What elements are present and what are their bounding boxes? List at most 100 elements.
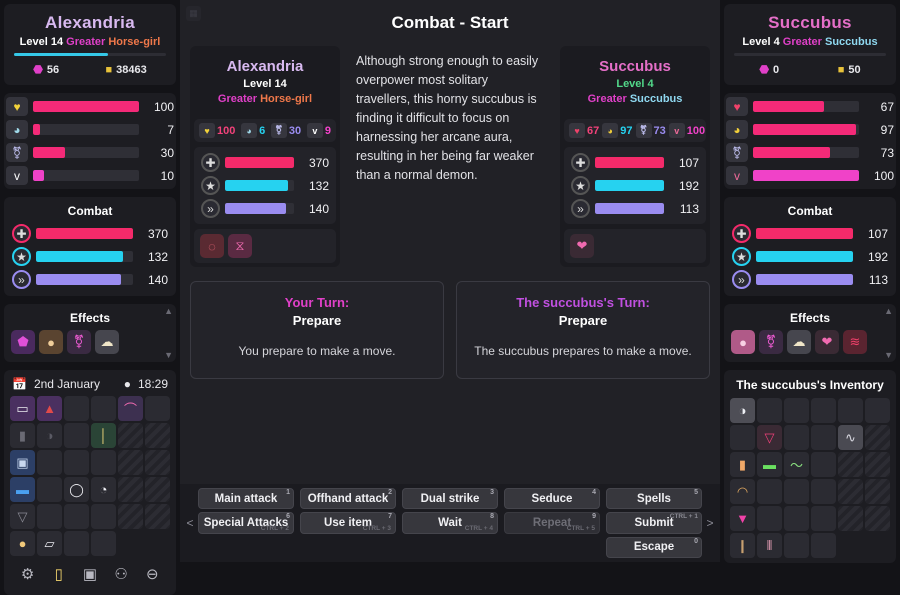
inventory-slot[interactable]: ▽ — [757, 425, 782, 450]
inventory-slot[interactable] — [811, 533, 836, 558]
inventory-slot[interactable] — [784, 398, 809, 423]
inventory-slot-locked[interactable] — [145, 423, 170, 448]
inventory-slot[interactable] — [838, 398, 863, 423]
inventory-slot[interactable]: │ — [91, 423, 116, 448]
inventory-slot[interactable]: ◠ — [730, 479, 755, 504]
hearts-effect-icon[interactable]: ❤ — [570, 234, 594, 258]
inventory-slot[interactable] — [64, 423, 89, 448]
chevron-up-icon[interactable]: ▲ — [164, 306, 173, 316]
weather-effect-icon[interactable]: ☁ — [95, 330, 119, 354]
inventory-slot-locked[interactable] — [838, 506, 863, 531]
inventory-slot[interactable]: ⫴ — [757, 533, 782, 558]
gender-effect-icon[interactable]: ⚧ — [759, 330, 783, 354]
inventory-slot[interactable]: ▲ — [37, 396, 62, 421]
inventory-slot[interactable] — [91, 504, 116, 529]
inventory-slot-locked[interactable] — [118, 423, 143, 448]
inventory-slot[interactable] — [811, 452, 836, 477]
backpack-icon[interactable]: ▣ — [78, 562, 102, 586]
weather-effect-icon[interactable]: ☁ — [787, 330, 811, 354]
inventory-slot[interactable] — [145, 396, 170, 421]
inventory-slot[interactable] — [91, 531, 116, 556]
inventory-slot[interactable] — [811, 425, 836, 450]
book-icon[interactable]: ▯ — [47, 562, 71, 586]
inventory-slot[interactable]: ◑ — [730, 398, 755, 423]
action-button-seduce[interactable]: Seduce 4 — [504, 488, 600, 510]
action-button-wait[interactable]: Wait 8 CTRL + 4 — [402, 512, 498, 534]
inventory-slot[interactable] — [784, 506, 809, 531]
chevron-up-icon[interactable]: ▲ — [884, 306, 893, 316]
action-button-use-item[interactable]: Use item 7 CTRL + 3 — [300, 512, 396, 534]
inventory-slot[interactable] — [64, 450, 89, 475]
charm-effect-icon[interactable]: ● — [731, 330, 755, 354]
inventory-slot[interactable]: ▮ — [730, 452, 755, 477]
inventory-slot[interactable]: ▱ — [37, 531, 62, 556]
inventory-slot[interactable] — [811, 506, 836, 531]
inventory-slot[interactable] — [757, 506, 782, 531]
inventory-slot-locked[interactable] — [145, 450, 170, 475]
inventory-slot[interactable] — [784, 425, 809, 450]
action-button-dual-strike[interactable]: Dual strike 3 — [402, 488, 498, 510]
inventory-slot[interactable]: ▼ — [730, 506, 755, 531]
inventory-slot[interactable]: ▬ — [757, 452, 782, 477]
prev-page-arrow[interactable]: < — [182, 488, 198, 558]
action-button-offhand-attack[interactable]: Offhand attack 2 — [300, 488, 396, 510]
inventory-slot[interactable] — [64, 531, 89, 556]
inventory-slot[interactable]: ▬ — [10, 477, 35, 502]
inventory-slot[interactable] — [784, 479, 809, 504]
inventory-slot[interactable] — [64, 396, 89, 421]
inventory-slot[interactable] — [64, 504, 89, 529]
stun-effect-icon[interactable]: ◌ — [200, 234, 224, 258]
inventory-slot-locked[interactable] — [865, 479, 890, 504]
inventory-slot[interactable] — [811, 479, 836, 504]
minus-icon[interactable]: ⊖ — [140, 562, 164, 586]
inventory-slot[interactable] — [784, 533, 809, 558]
inventory-slot-locked[interactable] — [118, 477, 143, 502]
inventory-slot-locked[interactable] — [118, 504, 143, 529]
inventory-slot[interactable]: ▮ — [10, 423, 35, 448]
inventory-slot[interactable] — [757, 479, 782, 504]
action-button-special-attacks[interactable]: Special Attacks 6 CTRL + 2 — [198, 512, 294, 534]
inventory-slot-locked[interactable] — [865, 425, 890, 450]
inventory-slot[interactable]: ▽ — [10, 504, 35, 529]
sound-effect-icon[interactable]: ⧖ — [228, 234, 252, 258]
inventory-slot[interactable] — [37, 450, 62, 475]
inventory-slot[interactable]: ▣ — [10, 450, 35, 475]
next-page-arrow[interactable]: > — [702, 488, 718, 558]
enemy-inventory-grid[interactable]: ◑ ▽ ∿ ▮ ▬ 〜 ◠ ▼ ❙ ⫴ — [730, 398, 890, 558]
inventory-slot[interactable]: ▭ — [10, 396, 35, 421]
window-icon[interactable]: ▦ — [186, 6, 201, 21]
inventory-slot-locked[interactable] — [838, 479, 863, 504]
inventory-slot[interactable] — [91, 450, 116, 475]
inventory-slot[interactable]: ◑ — [37, 423, 62, 448]
inventory-slot[interactable] — [811, 398, 836, 423]
chevron-down-icon[interactable]: ▼ — [164, 350, 173, 360]
action-button-main-attack[interactable]: Main attack 1 — [198, 488, 294, 510]
gender-effect-icon[interactable]: ⚧ — [67, 330, 91, 354]
player-inventory-grid[interactable]: ▭ ▲ ⌒ ▮ ◑ │ ▣ ▬ ◯ ◔ ▽ ● ▱ — [10, 396, 170, 556]
inventory-slot[interactable]: ◯ — [64, 477, 89, 502]
inventory-slot[interactable]: ❙ — [730, 533, 755, 558]
inventory-slot[interactable]: 〜 — [784, 452, 809, 477]
inventory-slot[interactable] — [730, 425, 755, 450]
inventory-slot[interactable] — [757, 398, 782, 423]
face-effect-icon[interactable]: ● — [39, 330, 63, 354]
shield-effect-icon[interactable]: ⬟ — [11, 330, 35, 354]
inventory-slot[interactable] — [37, 477, 62, 502]
inventory-slot[interactable] — [865, 398, 890, 423]
inventory-slot-locked[interactable] — [145, 504, 170, 529]
action-button-submit[interactable]: Submit CTRL + 1 — [606, 512, 702, 534]
heart-effect-icon[interactable]: ❤ — [815, 330, 839, 354]
inventory-slot[interactable]: ⌒ — [118, 396, 143, 421]
inventory-slot-locked[interactable] — [118, 450, 143, 475]
chevron-down-icon[interactable]: ▼ — [884, 350, 893, 360]
inventory-slot[interactable]: ∿ — [838, 425, 863, 450]
inventory-slot[interactable]: ◔ — [91, 477, 116, 502]
inventory-slot[interactable] — [37, 504, 62, 529]
party-icon[interactable]: ⚇ — [109, 562, 133, 586]
inventory-slot[interactable] — [91, 396, 116, 421]
inventory-slot-locked[interactable] — [838, 452, 863, 477]
inventory-slot-locked[interactable] — [145, 477, 170, 502]
action-button-spells[interactable]: Spells 5 — [606, 488, 702, 510]
inventory-slot[interactable]: ● — [10, 531, 35, 556]
aura-effect-icon[interactable]: ≋ — [843, 330, 867, 354]
